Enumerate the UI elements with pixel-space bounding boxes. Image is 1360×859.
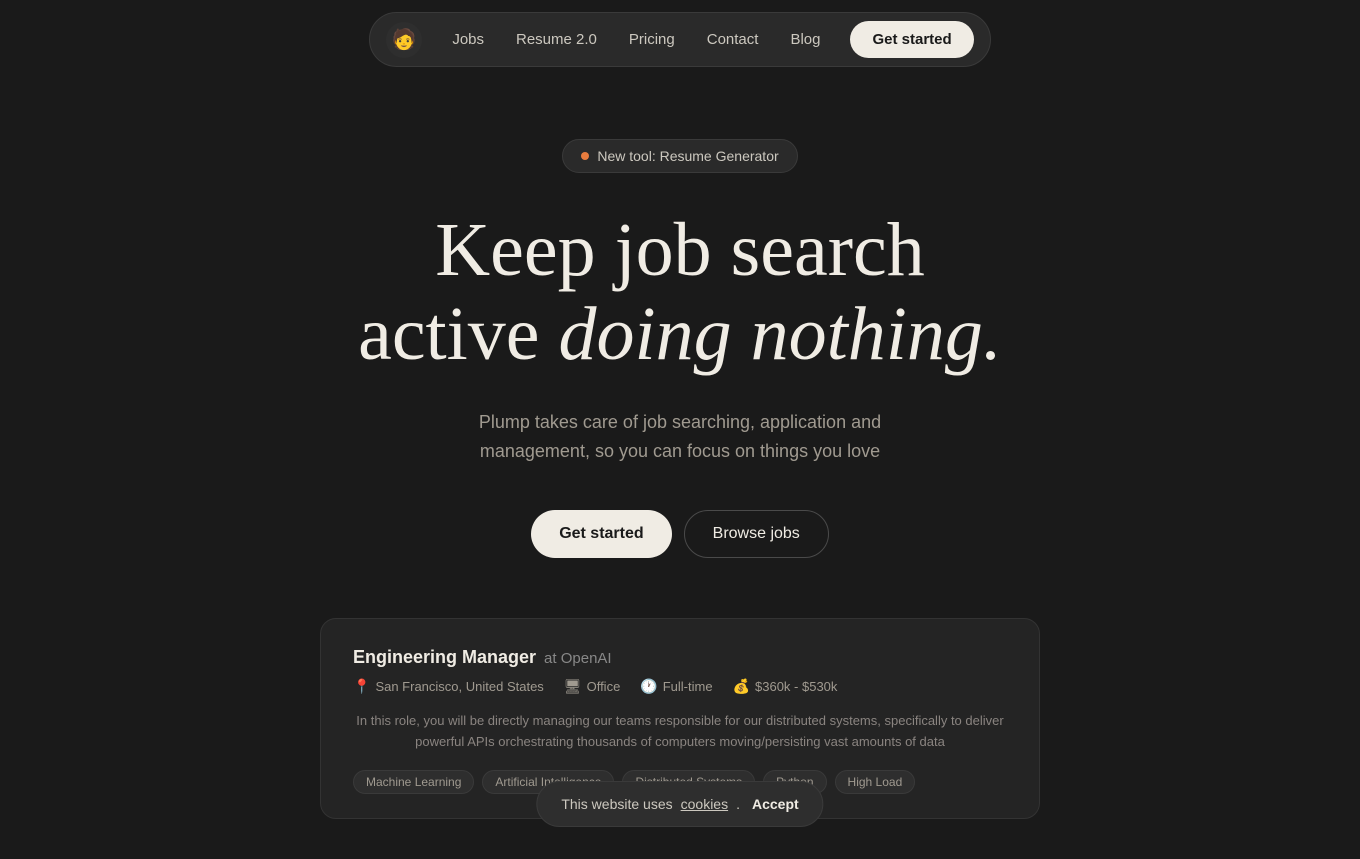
money-icon: 💰 — [733, 678, 750, 695]
hero-buttons: Get started Browse jobs — [531, 510, 829, 558]
cookie-accept-button[interactable]: Accept — [752, 796, 799, 812]
job-company: at OpenAI — [544, 650, 612, 667]
location-icon: 📍 — [353, 678, 370, 695]
job-salary-text: $360k - $530k — [755, 679, 837, 694]
cookie-banner: This website uses cookies . Accept — [536, 781, 823, 827]
hero-browse-jobs-button[interactable]: Browse jobs — [684, 510, 829, 558]
job-tag-ml: Machine Learning — [353, 770, 474, 794]
job-location-text: San Francisco, United States — [375, 679, 543, 694]
cookie-link[interactable]: cookies — [681, 796, 728, 812]
nav-pricing[interactable]: Pricing — [615, 25, 689, 54]
hero-subtitle: Plump takes care of job searching, appli… — [479, 408, 881, 466]
job-description: In this role, you will be directly manag… — [353, 711, 1007, 753]
nav-get-started-button[interactable]: Get started — [850, 21, 973, 58]
job-meta: 📍 San Francisco, United States 🖥 Office … — [353, 678, 1007, 695]
badge-dot-icon — [581, 152, 589, 160]
job-workplace-text: Office — [587, 679, 621, 694]
office-icon: 🖥 — [564, 678, 582, 695]
job-title: Engineering Manager — [353, 647, 536, 668]
nav-blog[interactable]: Blog — [776, 25, 834, 54]
job-type-text: Full-time — [663, 679, 713, 694]
job-salary: 💰 $360k - $530k — [733, 678, 838, 695]
navbar: 🧑 Jobs Resume 2.0 Pricing Contact Blog G… — [0, 0, 1360, 79]
hero-get-started-button[interactable]: Get started — [531, 510, 671, 558]
nav-jobs[interactable]: Jobs — [438, 25, 498, 54]
badge-text: New tool: Resume Generator — [597, 148, 778, 164]
job-location: 📍 San Francisco, United States — [353, 678, 544, 695]
cookie-text: This website uses — [561, 796, 672, 812]
nav-contact[interactable]: Contact — [693, 25, 773, 54]
hero-section: New tool: Resume Generator Keep job sear… — [0, 79, 1360, 859]
job-workplace: 🖥 Office — [564, 678, 621, 695]
job-type: 🕐 Full-time — [640, 678, 712, 695]
cookie-separator: . — [736, 796, 740, 812]
nav-links: Jobs Resume 2.0 Pricing Contact Blog — [438, 25, 834, 54]
new-tool-badge[interactable]: New tool: Resume Generator — [562, 139, 797, 173]
logo-icon: 🧑 — [392, 27, 417, 52]
clock-icon: 🕐 — [640, 678, 657, 695]
logo[interactable]: 🧑 — [386, 22, 422, 58]
nav-resume[interactable]: Resume 2.0 — [502, 25, 611, 54]
hero-title: Keep job search active doing nothing. — [358, 209, 1002, 376]
job-card-header: Engineering Manager at OpenAI — [353, 647, 1007, 668]
job-tag-highload: High Load — [835, 770, 916, 794]
